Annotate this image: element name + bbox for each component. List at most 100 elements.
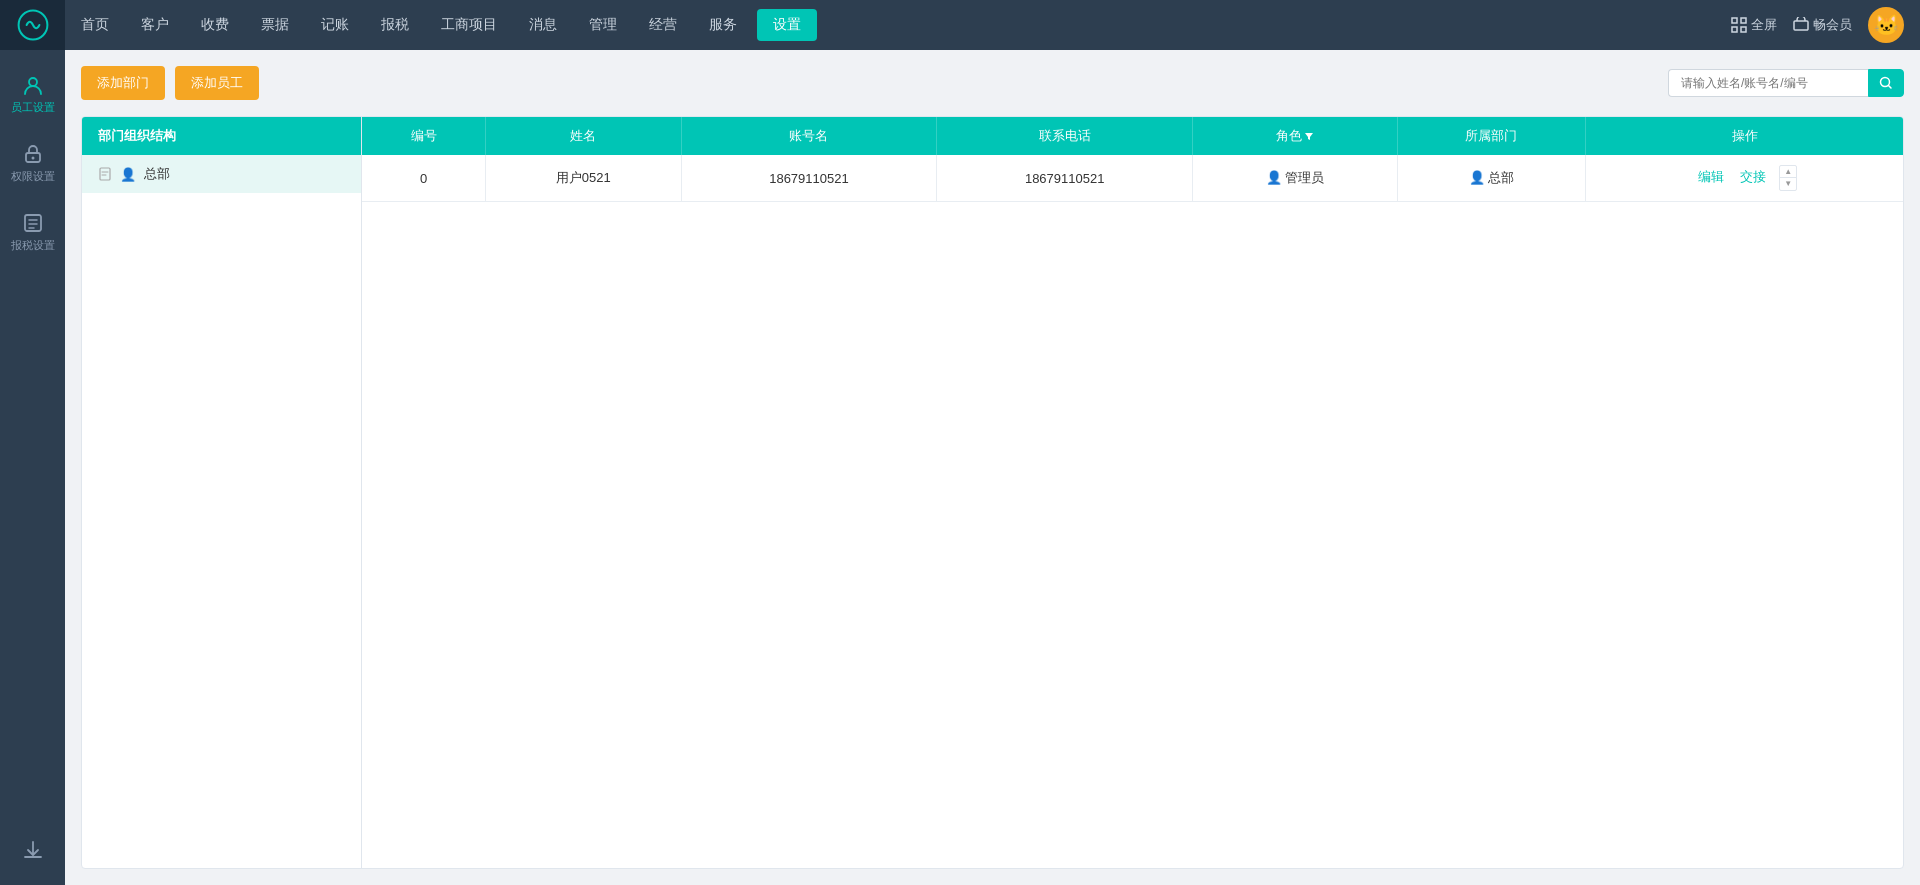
svg-rect-2	[1741, 18, 1746, 23]
role-user-icon: 👤	[1266, 170, 1282, 185]
avatar-emoji: 🐱	[1874, 13, 1899, 37]
avatar[interactable]: 🐱	[1868, 7, 1904, 43]
col-role-label: 角色	[1276, 127, 1302, 145]
sidebar-item-employee-label: 员工设置	[11, 100, 55, 115]
col-dept: 所属部门	[1397, 117, 1585, 155]
dept-label: 总部	[144, 165, 170, 183]
top-navigation: 首页客户收费票据记账报税工商项目消息管理经营服务设置 全屏 畅会员 🐱	[0, 0, 1920, 50]
employee-table: 编号 姓名 账号名 联系电话	[362, 117, 1903, 202]
nav-item-4[interactable]: 记账	[305, 0, 365, 50]
sidebar-item-tax[interactable]: 报税设置	[0, 198, 65, 267]
add-employee-button[interactable]: 添加员工	[175, 66, 259, 100]
svg-rect-4	[1741, 27, 1746, 32]
nav-item-5[interactable]: 报税	[365, 0, 425, 50]
nav-item-1[interactable]: 客户	[125, 0, 185, 50]
col-phone-label: 联系电话	[1039, 128, 1091, 143]
tax-icon	[22, 212, 44, 234]
search-icon	[1879, 76, 1893, 90]
dept-tree-item[interactable]: 👤 总部	[82, 155, 361, 193]
vip-label: 畅会员	[1813, 16, 1852, 34]
cell-account: 18679110521	[681, 155, 937, 202]
svg-point-6	[29, 78, 37, 86]
cell-phone: 18679110521	[937, 155, 1193, 202]
logo-icon	[17, 9, 49, 41]
table-header-row: 编号 姓名 账号名 联系电话	[362, 117, 1903, 155]
scroll-up-btn[interactable]: ▲	[1780, 166, 1796, 178]
nav-item-2[interactable]: 收费	[185, 0, 245, 50]
table-row: 0 用户0521 18679110521 18679110521 👤 管理员 👤	[362, 155, 1903, 202]
col-id-label: 编号	[411, 128, 437, 143]
sidebar-item-permission-label: 权限设置	[11, 169, 55, 184]
nav-item-8[interactable]: 管理	[573, 0, 633, 50]
sidebar-item-permission[interactable]: 权限设置	[0, 129, 65, 198]
nav-items: 首页客户收费票据记账报税工商项目消息管理经营服务设置	[65, 0, 1731, 50]
vip-btn[interactable]: 畅会员	[1793, 16, 1852, 34]
transfer-action[interactable]: 交接	[1740, 169, 1766, 184]
download-icon	[22, 839, 44, 861]
sidebar-item-employee[interactable]: 员工设置	[0, 60, 65, 129]
main-layout: 员工设置 权限设置 报税设置	[0, 50, 1920, 885]
role-label: 管理员	[1285, 170, 1324, 185]
dept-user-icon: 👤	[1469, 170, 1485, 185]
search-button[interactable]	[1868, 69, 1904, 97]
col-account: 账号名	[681, 117, 937, 155]
cell-dept: 👤 总部	[1397, 155, 1585, 202]
filter-icon	[1304, 131, 1314, 141]
dept-panel: 部门组织结构 👤 总部	[82, 117, 362, 868]
nav-item-6[interactable]: 工商项目	[425, 0, 513, 50]
svg-point-8	[31, 157, 34, 160]
cell-name: 用户0521	[486, 155, 682, 202]
toolbar: 添加部门 添加员工	[81, 66, 1904, 100]
nav-right: 全屏 畅会员 🐱	[1731, 7, 1920, 43]
fullscreen-icon	[1731, 17, 1747, 33]
cell-id: 0	[362, 155, 486, 202]
row-scroll-btns: ▲ ▼	[1779, 165, 1797, 191]
nav-item-0[interactable]: 首页	[65, 0, 125, 50]
svg-rect-3	[1732, 27, 1737, 32]
nav-item-9[interactable]: 经营	[633, 0, 693, 50]
nav-item-3[interactable]: 票据	[245, 0, 305, 50]
svg-rect-11	[100, 168, 110, 180]
logo[interactable]	[0, 0, 65, 50]
svg-rect-1	[1732, 18, 1737, 23]
scroll-down-btn[interactable]: ▼	[1780, 178, 1796, 190]
file-icon	[98, 167, 112, 181]
nav-item-7[interactable]: 消息	[513, 0, 573, 50]
content-area: 添加部门 添加员工 部门组织结构	[65, 50, 1920, 885]
cell-actions: 编辑 交接 ▲ ▼	[1586, 155, 1903, 202]
col-dept-label: 所属部门	[1465, 128, 1517, 143]
search-input[interactable]	[1668, 69, 1868, 97]
employee-table-body: 0 用户0521 18679110521 18679110521 👤 管理员 👤	[362, 155, 1903, 202]
col-name: 姓名	[486, 117, 682, 155]
col-id: 编号	[362, 117, 486, 155]
employee-panel: 编号 姓名 账号名 联系电话	[362, 117, 1903, 868]
user-dept-icon: 👤	[120, 167, 136, 182]
employee-icon	[22, 74, 44, 96]
col-action-label: 操作	[1732, 128, 1758, 143]
sidebar-item-download[interactable]	[0, 825, 65, 875]
vip-icon	[1793, 17, 1809, 33]
edit-action[interactable]: 编辑	[1698, 169, 1724, 184]
sidebar-item-tax-label: 报税设置	[11, 238, 55, 253]
fullscreen-label: 全屏	[1751, 16, 1777, 34]
filter-icon-wrapper[interactable]: 角色	[1276, 127, 1314, 145]
col-account-label: 账号名	[789, 128, 828, 143]
search-container	[1668, 69, 1904, 97]
col-role[interactable]: 角色	[1193, 117, 1398, 155]
svg-rect-5	[1794, 21, 1808, 30]
col-phone: 联系电话	[937, 117, 1193, 155]
sidebar-bottom	[0, 825, 65, 885]
panels: 部门组织结构 👤 总部	[81, 116, 1904, 869]
cell-role: 👤 管理员	[1193, 155, 1398, 202]
nav-item-11[interactable]: 设置	[757, 9, 817, 41]
nav-item-10[interactable]: 服务	[693, 0, 753, 50]
table-wrapper: 编号 姓名 账号名 联系电话	[362, 117, 1903, 868]
dept-name-label: 总部	[1488, 170, 1514, 185]
add-dept-button[interactable]: 添加部门	[81, 66, 165, 100]
col-name-label: 姓名	[570, 128, 596, 143]
dept-panel-header: 部门组织结构	[82, 117, 361, 155]
col-action: 操作	[1586, 117, 1903, 155]
sidebar: 员工设置 权限设置 报税设置	[0, 50, 65, 885]
fullscreen-btn[interactable]: 全屏	[1731, 16, 1777, 34]
lock-icon	[22, 143, 44, 165]
